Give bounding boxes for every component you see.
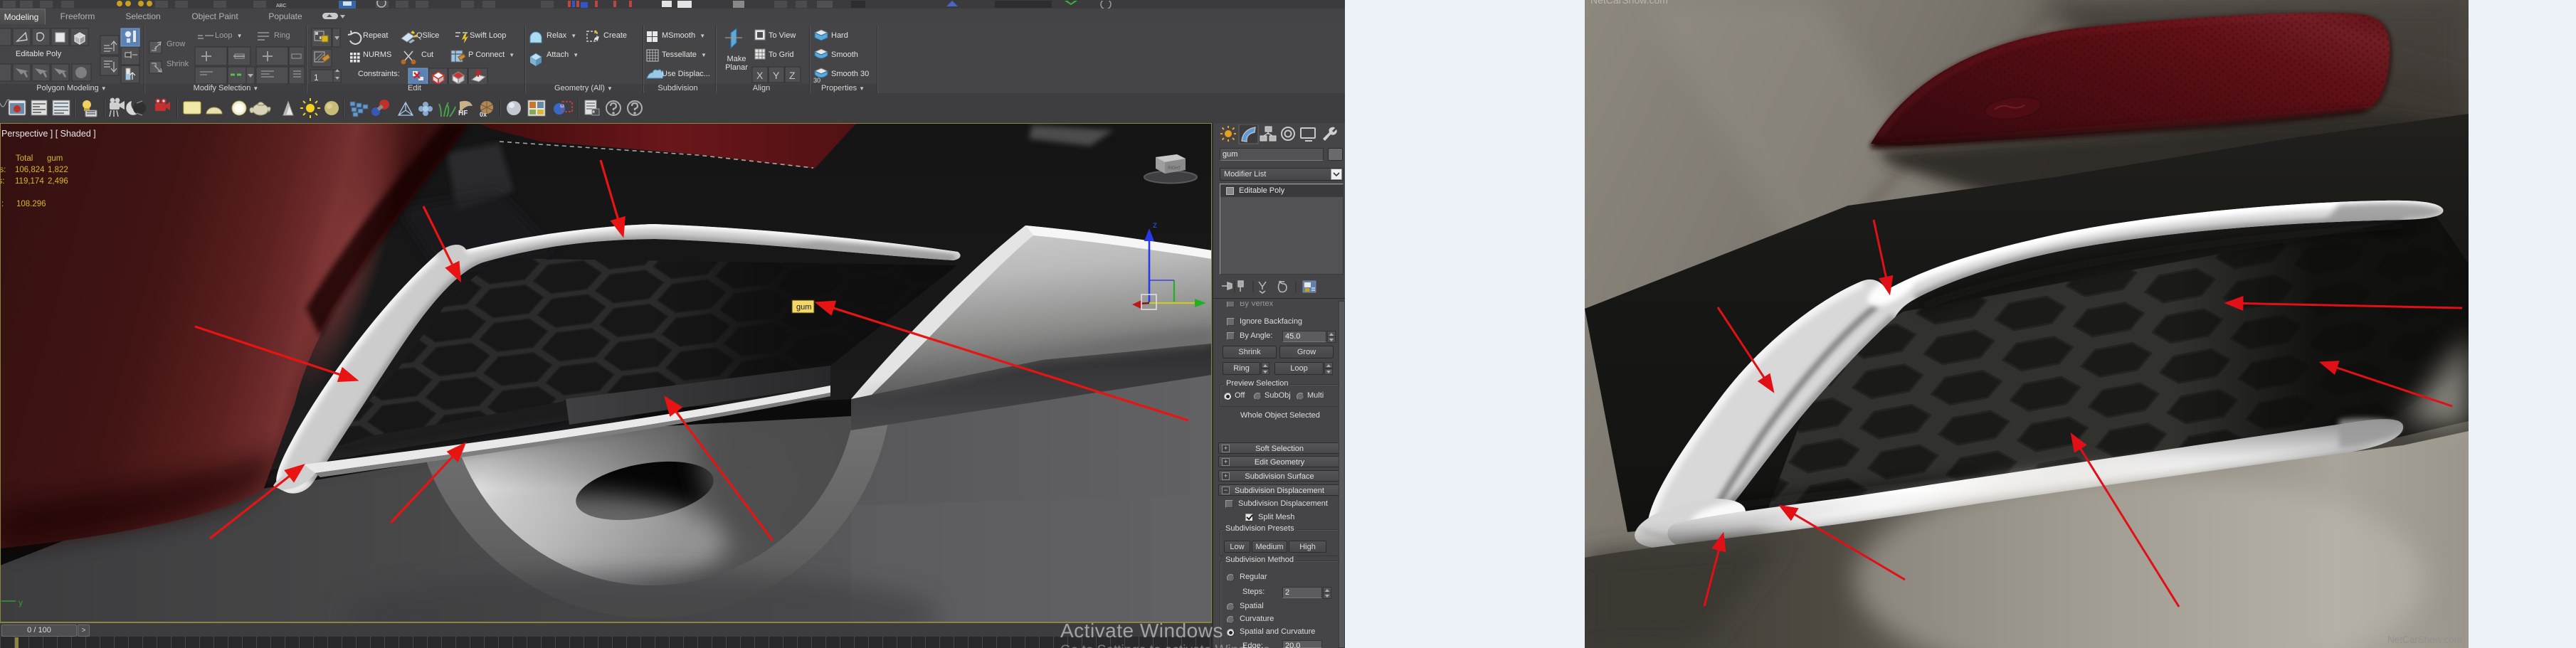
svg-text:NetCarShow.com: NetCarShow.com — [1590, 0, 1668, 6]
svg-text:Perspective ] [ Shaded ]: Perspective ] [ Shaded ] — [1, 129, 96, 139]
svg-text:108.296: 108.296 — [16, 200, 46, 208]
svg-text:Y: Y — [773, 70, 780, 81]
svg-text:Z: Z — [789, 70, 796, 81]
svg-text:Total: Total — [16, 154, 33, 163]
svg-text:gum: gum — [47, 154, 63, 163]
svg-text:RIGHT: RIGHT — [1168, 166, 1181, 171]
svg-text:gum: gum — [796, 303, 811, 312]
svg-text:HF: HF — [458, 110, 468, 117]
svg-text:2,496: 2,496 — [48, 177, 68, 186]
svg-text:Polys:: Polys: — [0, 166, 6, 174]
svg-text:119,174: 119,174 — [15, 177, 44, 186]
svg-text:0x: 0x — [480, 111, 487, 118]
svg-text:z: z — [1153, 220, 1157, 230]
svg-text:106,824: 106,824 — [15, 166, 45, 174]
svg-text:1: 1 — [314, 73, 319, 83]
svg-text:30: 30 — [813, 77, 820, 84]
svg-text::: : — [1, 200, 4, 208]
svg-text:X: X — [756, 70, 764, 81]
svg-text:ABC: ABC — [276, 4, 286, 9]
svg-text:y: y — [19, 597, 23, 607]
svg-text:NetCarShow.com: NetCarShow.com — [2387, 634, 2462, 645]
svg-text:1,822: 1,822 — [48, 166, 68, 174]
